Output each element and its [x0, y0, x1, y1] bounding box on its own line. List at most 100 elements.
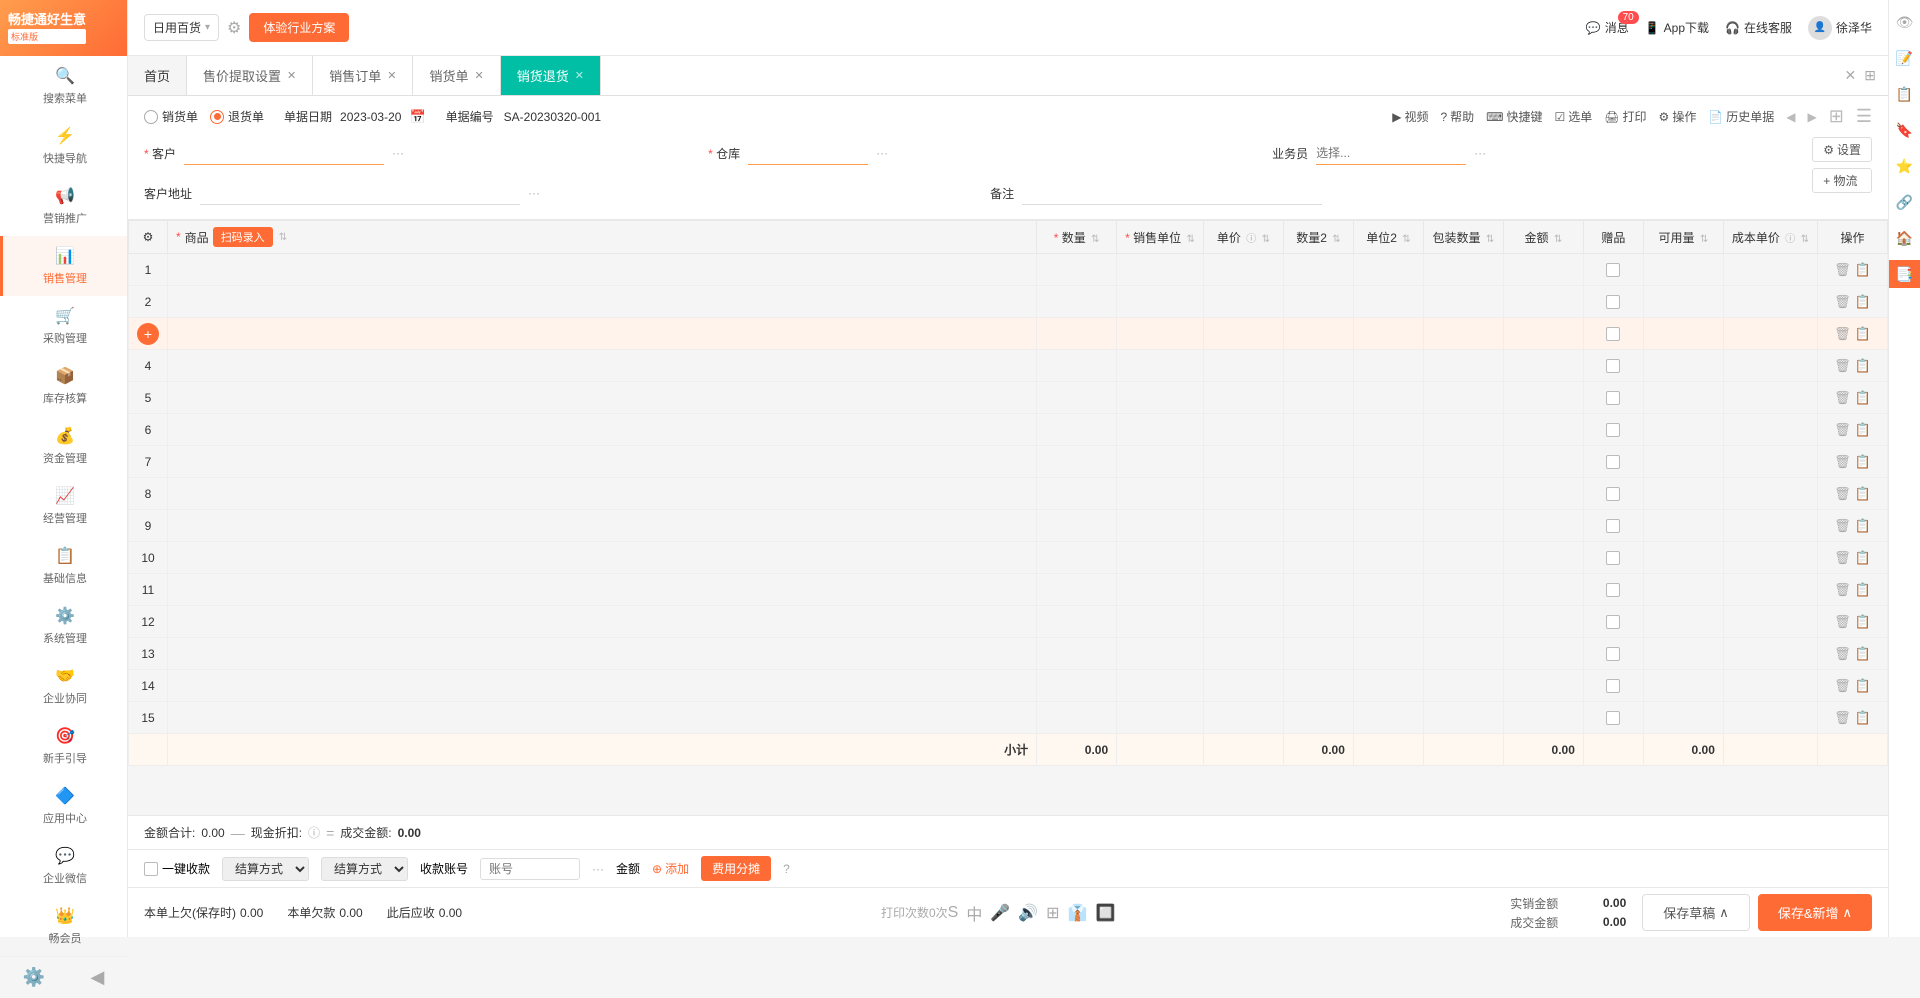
right-sidebar-active[interactable]: 📑	[1889, 260, 1920, 288]
tab-sales-order-close[interactable]: ✕	[387, 69, 396, 82]
industry-select[interactable]: 日用百货 ▾	[144, 14, 219, 41]
staff-input[interactable]	[1316, 141, 1466, 165]
sidebar-item-shortcut[interactable]: ⚡ 快捷导航	[0, 116, 127, 176]
remark-input[interactable]	[1022, 181, 1322, 205]
account-dots-icon[interactable]: ···	[592, 862, 604, 876]
price-info-icon[interactable]: ⓘ	[1246, 234, 1256, 245]
add-row-button[interactable]: +	[137, 323, 159, 345]
sidebar-item-inventory[interactable]: 📦 库存核算	[0, 356, 127, 416]
address-dots-icon[interactable]: ···	[528, 186, 540, 200]
copy-row-icon[interactable]: 📋	[1855, 454, 1871, 470]
delete-row-icon[interactable]: 🗑	[1834, 710, 1851, 726]
copy-row-icon[interactable]: 📋	[1855, 550, 1871, 566]
th-settings[interactable]: ⚙	[129, 221, 168, 254]
row-product-cell[interactable]	[168, 478, 1037, 510]
delete-row-icon[interactable]: 🗑	[1834, 390, 1851, 406]
logistics-button[interactable]: + 物流	[1812, 168, 1872, 193]
sidebar-item-wechat[interactable]: 💬 企业微信	[0, 836, 127, 896]
delete-row-icon[interactable]: 🗑	[1834, 614, 1851, 630]
delete-row-icon[interactable]: 🗑	[1834, 294, 1851, 310]
row-product-cell[interactable]	[168, 350, 1037, 382]
gift-checkbox[interactable]	[1606, 391, 1620, 405]
gift-checkbox[interactable]	[1606, 679, 1620, 693]
gift-checkbox[interactable]	[1606, 711, 1620, 725]
right-sidebar-link[interactable]: 🔗	[1891, 188, 1919, 216]
s-icon-7[interactable]: 🔲	[1096, 903, 1116, 923]
calc-method-select[interactable]: 结算方式	[321, 857, 408, 881]
copy-row-icon[interactable]: 📋	[1855, 358, 1871, 374]
radio-sale[interactable]: 销货单	[144, 108, 198, 125]
sidebar-item-sales[interactable]: 📊 销售管理	[0, 236, 127, 296]
copy-row-icon[interactable]: 📋	[1855, 486, 1871, 502]
toolbar-shortcut[interactable]: ⌨ 快捷键	[1486, 108, 1542, 125]
sidebar-item-collab[interactable]: 🤝 企业协同	[0, 656, 127, 716]
tab-sales-return-close[interactable]: ✕	[575, 69, 584, 82]
sidebar-item-app[interactable]: 🔷 应用中心	[0, 776, 127, 836]
address-input[interactable]	[200, 181, 520, 205]
sidebar-settings-icon[interactable]: ⚙️	[23, 967, 45, 988]
tab-sales-delivery-close[interactable]: ✕	[475, 69, 484, 82]
delete-row-icon[interactable]: 🗑	[1834, 550, 1851, 566]
copy-row-icon[interactable]: 📋	[1855, 422, 1871, 438]
s-icon-4[interactable]: 🔊	[1018, 903, 1038, 923]
account-input[interactable]	[480, 858, 580, 880]
sidebar-item-purchase[interactable]: 🛒 采购管理	[0, 296, 127, 356]
delete-row-icon[interactable]: 🗑	[1834, 646, 1851, 662]
copy-row-icon[interactable]: 📋	[1855, 518, 1871, 534]
delete-row-icon[interactable]: 🗑	[1834, 518, 1851, 534]
row-product-cell[interactable]	[168, 446, 1037, 478]
tab-sales-return[interactable]: 销货退货 ✕	[501, 56, 601, 96]
right-sidebar-eye[interactable]: 👁	[1891, 8, 1919, 36]
s-icon-2[interactable]: 中	[966, 901, 982, 925]
save-new-button[interactable]: 保存&新增 ∧	[1758, 894, 1872, 931]
toolbar-video[interactable]: ▶ 视频	[1392, 108, 1428, 125]
copy-row-icon[interactable]: 📋	[1855, 614, 1871, 630]
gift-checkbox[interactable]	[1606, 263, 1620, 277]
equals-icon[interactable]: =	[326, 825, 334, 841]
row-product-cell[interactable]	[168, 286, 1037, 318]
copy-row-icon[interactable]: 📋	[1855, 646, 1871, 662]
warehouse-dots-icon[interactable]: ···	[876, 146, 888, 160]
delete-row-icon[interactable]: 🗑	[1834, 262, 1851, 278]
sidebar-item-marketing[interactable]: 📢 营销推广	[0, 176, 127, 236]
cash-discount-info-icon[interactable]: ⓘ	[308, 824, 320, 841]
gift-checkbox[interactable]	[1606, 327, 1620, 341]
expense-split-button[interactable]: 费用分摊	[701, 856, 771, 881]
settings-gear-icon[interactable]: ⚙	[227, 18, 241, 38]
s-icon-1[interactable]: S	[948, 904, 959, 922]
tab-sales-delivery[interactable]: 销货单 ✕	[413, 56, 500, 96]
app-download-button[interactable]: 📱 App下载	[1645, 19, 1709, 36]
gift-checkbox[interactable]	[1606, 295, 1620, 309]
delete-row-icon[interactable]: 🗑	[1834, 422, 1851, 438]
one-key-collect-check[interactable]: 一键收款	[144, 860, 210, 877]
row-product-cell[interactable]	[168, 670, 1037, 702]
s-icon-6[interactable]: 👔	[1068, 903, 1088, 923]
row-product-cell[interactable]	[168, 542, 1037, 574]
row-product-cell[interactable]	[168, 382, 1037, 414]
s-icon-3[interactable]: 🎤	[990, 903, 1010, 923]
product-input[interactable]	[176, 327, 1028, 341]
add-payment-button[interactable]: ⊕ 添加	[652, 860, 689, 877]
sidebar-item-search[interactable]: 🔍 搜索菜单	[0, 56, 127, 116]
row-product-cell[interactable]	[168, 574, 1037, 606]
gift-checkbox[interactable]	[1606, 583, 1620, 597]
gift-checkbox[interactable]	[1606, 519, 1620, 533]
gift-checkbox[interactable]	[1606, 615, 1620, 629]
gift-checkbox[interactable]	[1606, 359, 1620, 373]
delete-row-icon[interactable]: 🗑	[1834, 358, 1851, 374]
copy-row-icon[interactable]: 📋	[1855, 582, 1871, 598]
close-all-tabs-icon[interactable]: ✕	[1845, 67, 1857, 84]
copy-row-icon[interactable]: 📋	[1855, 326, 1871, 342]
right-sidebar-star[interactable]: ⭐	[1891, 152, 1919, 180]
copy-row-icon[interactable]: 📋	[1855, 262, 1871, 278]
trial-button[interactable]: 体验行业方案	[249, 13, 349, 42]
gift-checkbox[interactable]	[1606, 455, 1620, 469]
sidebar-collapse-icon[interactable]: ◀	[90, 967, 104, 988]
nav-prev-icon[interactable]: ◀	[1786, 110, 1795, 124]
toolbar-operation[interactable]: ⚙ 操作	[1659, 108, 1697, 125]
delete-row-icon[interactable]: 🗑	[1834, 326, 1851, 342]
delete-row-icon[interactable]: 🗑	[1834, 486, 1851, 502]
sidebar-item-basic[interactable]: 📋 基础信息	[0, 536, 127, 596]
right-sidebar-note[interactable]: 📝	[1891, 44, 1919, 72]
row-product-cell[interactable]	[168, 702, 1037, 734]
